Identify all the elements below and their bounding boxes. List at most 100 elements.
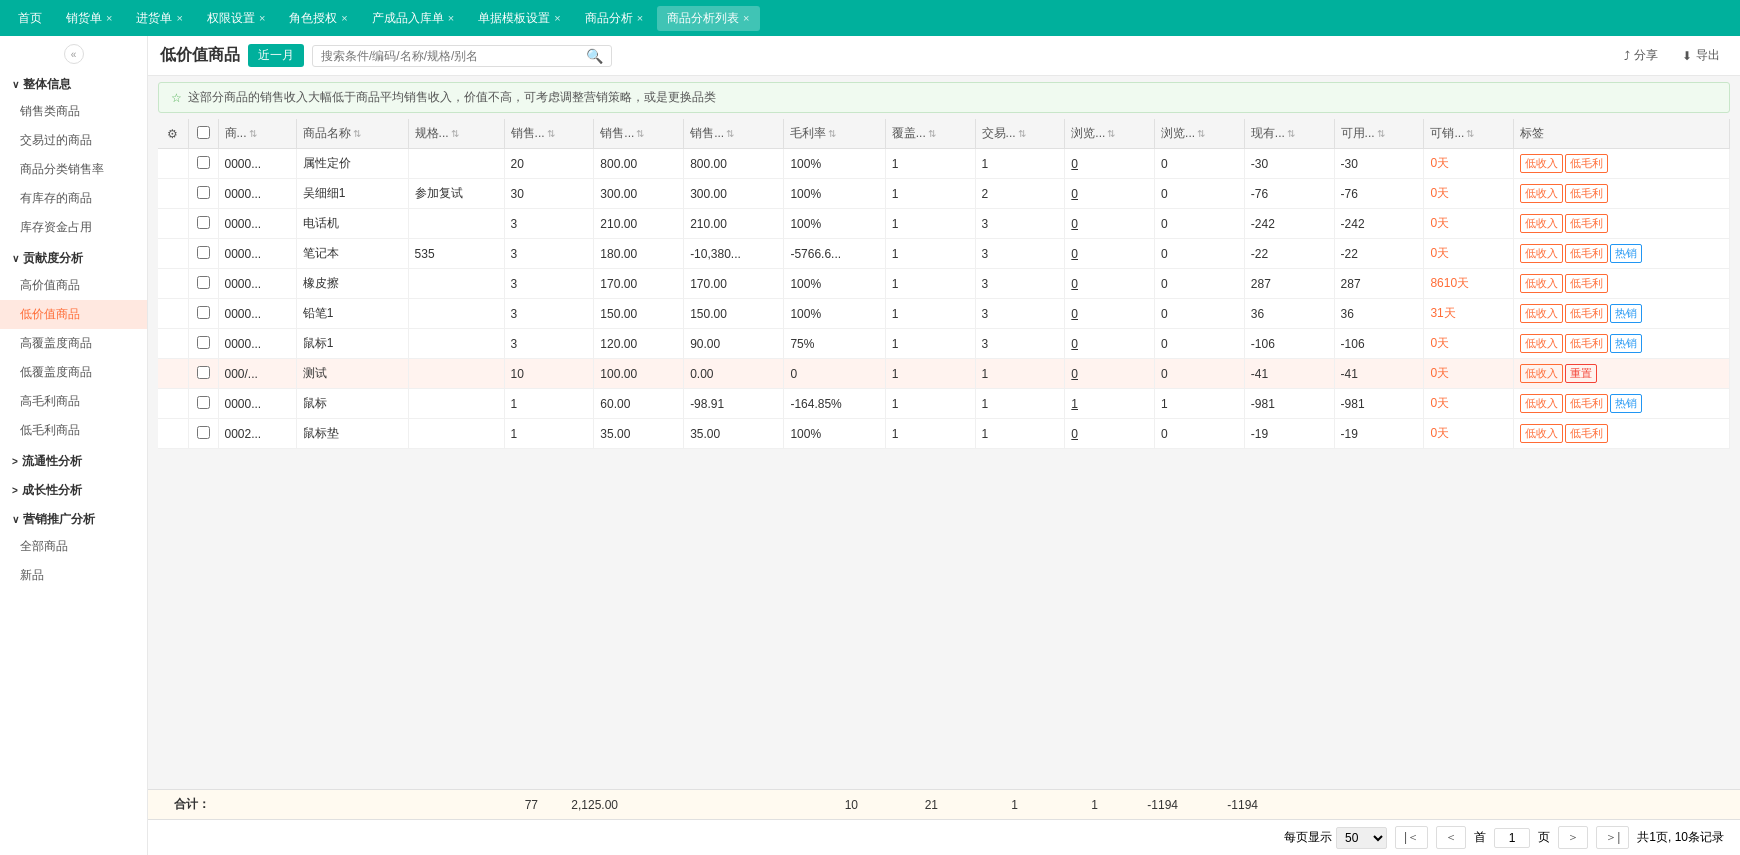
th-code[interactable]: 商...⇅	[218, 119, 296, 149]
search-icon[interactable]: 🔍	[586, 48, 603, 64]
row-check[interactable]	[188, 329, 218, 359]
sidebar-item-sales-goods[interactable]: 销售类商品	[0, 97, 147, 126]
row-checkbox[interactable]	[197, 336, 210, 349]
row-check[interactable]	[188, 299, 218, 329]
sidebar-item-stock-fund[interactable]: 库存资金占用	[0, 213, 147, 242]
row-checkbox[interactable]	[197, 186, 210, 199]
row-checkbox[interactable]	[197, 426, 210, 439]
browse-link[interactable]: 0	[1071, 277, 1078, 291]
browse-link[interactable]: 0	[1071, 187, 1078, 201]
browse-link[interactable]: 0	[1071, 367, 1078, 381]
sidebar-item-low-value[interactable]: 低价值商品	[0, 300, 147, 329]
browse-link[interactable]: 1	[1071, 397, 1078, 411]
nav-goods-analysis-list[interactable]: 商品分析列表 ×	[657, 6, 759, 31]
prev-page-btn[interactable]: ＜	[1436, 826, 1466, 849]
nav-close-goods-list[interactable]: ×	[743, 12, 749, 24]
row-checkbox[interactable]	[197, 246, 210, 259]
th-sale-amt[interactable]: 销售...⇅	[594, 119, 684, 149]
sidebar-item-low-margin[interactable]: 低毛利商品	[0, 416, 147, 445]
sidebar-item-stock-goods[interactable]: 有库存的商品	[0, 184, 147, 213]
row-browse1[interactable]: 0	[1065, 179, 1155, 209]
browse-link[interactable]: 0	[1071, 157, 1078, 171]
row-browse1[interactable]: 1	[1065, 389, 1155, 419]
row-browse1[interactable]: 0	[1065, 419, 1155, 449]
per-page-select[interactable]: 50 100 200	[1336, 827, 1387, 849]
th-current-stock[interactable]: 现有...⇅	[1244, 119, 1334, 149]
export-btn[interactable]: ⬇ 导出	[1674, 44, 1728, 67]
th-gear[interactable]: ⚙	[158, 119, 188, 149]
sidebar-item-all-goods[interactable]: 全部商品	[0, 532, 147, 561]
sidebar-item-high-value[interactable]: 高价值商品	[0, 271, 147, 300]
row-browse1[interactable]: 0	[1065, 209, 1155, 239]
sidebar-section-marketing[interactable]: ∨ 营销推广分析	[0, 503, 147, 532]
share-btn[interactable]: ⤴ 分享	[1616, 44, 1666, 67]
nav-product-storage[interactable]: 产成品入库单 ×	[362, 6, 464, 31]
th-sale-avg[interactable]: 销售...⇅	[684, 119, 784, 149]
nav-close-purchase[interactable]: ×	[176, 12, 182, 24]
nav-close-product-storage[interactable]: ×	[448, 12, 454, 24]
nav-close-sales[interactable]: ×	[106, 12, 112, 24]
row-browse1[interactable]: 0	[1065, 149, 1155, 179]
sidebar-section-overview[interactable]: ∨ 整体信息	[0, 68, 147, 97]
first-page-btn[interactable]: |＜	[1395, 826, 1428, 849]
filter-period-btn[interactable]: 近一月	[248, 44, 304, 67]
row-check[interactable]	[188, 419, 218, 449]
table-wrapper[interactable]: ⚙ 商...⇅ 商品名称⇅ 规格...⇅ 销售...⇅ 销售...⇅ 销售...…	[148, 113, 1740, 789]
th-coverage[interactable]: 覆盖...⇅	[885, 119, 975, 149]
sidebar-item-low-coverage[interactable]: 低覆盖度商品	[0, 358, 147, 387]
browse-link[interactable]: 0	[1071, 307, 1078, 321]
row-check[interactable]	[188, 209, 218, 239]
th-gross-rate[interactable]: 毛利率⇅	[784, 119, 885, 149]
th-browse1[interactable]: 浏览...⇅	[1065, 119, 1155, 149]
th-spec[interactable]: 规格...⇅	[408, 119, 504, 149]
last-page-btn[interactable]: ＞|	[1596, 826, 1629, 849]
row-browse1[interactable]: 0	[1065, 299, 1155, 329]
th-sale-qty[interactable]: 销售...⇅	[504, 119, 594, 149]
sidebar-item-traded-goods[interactable]: 交易过的商品	[0, 126, 147, 155]
row-check[interactable]	[188, 149, 218, 179]
nav-close-goods-analysis[interactable]: ×	[637, 12, 643, 24]
row-check[interactable]	[188, 239, 218, 269]
sidebar-item-new-goods[interactable]: 新品	[0, 561, 147, 590]
row-browse1[interactable]: 0	[1065, 269, 1155, 299]
nav-close-permission[interactable]: ×	[259, 12, 265, 24]
row-browse1[interactable]: 0	[1065, 239, 1155, 269]
row-check[interactable]	[188, 359, 218, 389]
sidebar-collapse-btn[interactable]: «	[64, 44, 84, 64]
browse-link[interactable]: 0	[1071, 337, 1078, 351]
sidebar-section-circulation[interactable]: > 流通性分析	[0, 445, 147, 474]
sidebar-section-growth[interactable]: > 成长性分析	[0, 474, 147, 503]
row-checkbox[interactable]	[197, 276, 210, 289]
row-browse1[interactable]: 0	[1065, 359, 1155, 389]
th-trade[interactable]: 交易...⇅	[975, 119, 1065, 149]
row-checkbox[interactable]	[197, 306, 210, 319]
select-all-checkbox[interactable]	[197, 126, 210, 139]
browse-link[interactable]: 0	[1071, 247, 1078, 261]
sidebar-item-high-coverage[interactable]: 高覆盖度商品	[0, 329, 147, 358]
nav-role[interactable]: 角色授权 ×	[279, 6, 357, 31]
th-name[interactable]: 商品名称⇅	[296, 119, 408, 149]
nav-template[interactable]: 单据模板设置 ×	[468, 6, 570, 31]
sidebar-item-high-margin[interactable]: 高毛利商品	[0, 387, 147, 416]
nav-home[interactable]: 首页	[8, 6, 52, 31]
nav-purchase[interactable]: 进货单 ×	[126, 6, 192, 31]
nav-close-template[interactable]: ×	[554, 12, 560, 24]
row-checkbox[interactable]	[197, 396, 210, 409]
row-check[interactable]	[188, 269, 218, 299]
sidebar-section-contribution[interactable]: ∨ 贡献度分析	[0, 242, 147, 271]
next-page-btn[interactable]: ＞	[1558, 826, 1588, 849]
th-browse2[interactable]: 浏览...⇅	[1155, 119, 1245, 149]
search-input[interactable]	[321, 49, 582, 63]
row-browse1[interactable]: 0	[1065, 329, 1155, 359]
nav-permission[interactable]: 权限设置 ×	[197, 6, 275, 31]
browse-link[interactable]: 0	[1071, 427, 1078, 441]
nav-close-role[interactable]: ×	[341, 12, 347, 24]
browse-link[interactable]: 0	[1071, 217, 1078, 231]
page-input[interactable]	[1494, 828, 1530, 848]
th-avail-stock[interactable]: 可用...⇅	[1334, 119, 1424, 149]
row-checkbox[interactable]	[197, 156, 210, 169]
nav-sales[interactable]: 销货单 ×	[56, 6, 122, 31]
row-check[interactable]	[188, 179, 218, 209]
row-checkbox[interactable]	[197, 216, 210, 229]
sidebar-item-category-rate[interactable]: 商品分类销售率	[0, 155, 147, 184]
